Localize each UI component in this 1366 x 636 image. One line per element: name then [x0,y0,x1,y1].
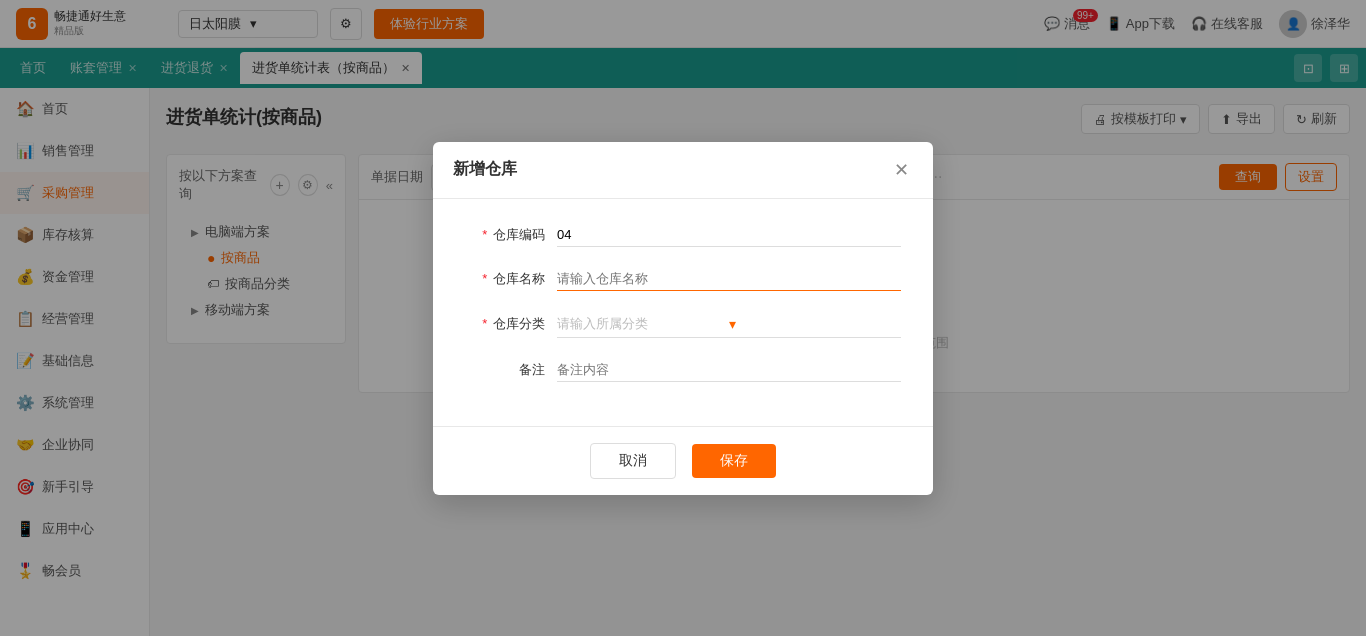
dialog-footer: 取消 保存 [433,426,933,495]
warehouse-category-select[interactable]: 请输入所属分类 ▾ [557,311,901,338]
form-label-category: * 仓库分类 [465,315,545,333]
warehouse-code-input[interactable] [557,223,901,247]
form-label-name: * 仓库名称 [465,270,545,288]
dialog-header: 新增仓库 ✕ [433,142,933,199]
form-row-category: * 仓库分类 请输入所属分类 ▾ [465,311,901,338]
warehouse-name-input[interactable] [557,267,901,291]
dialog-title: 新增仓库 [453,159,517,180]
modal-overlay: 新增仓库 ✕ * 仓库编码 * 仓库名称 [0,0,1366,636]
required-mark-category: * [482,316,487,331]
category-placeholder: 请输入所属分类 [557,315,729,333]
form-label-code: * 仓库编码 [465,226,545,244]
warehouse-remark-input[interactable] [557,358,901,382]
cancel-button[interactable]: 取消 [590,443,676,479]
form-row-code: * 仓库编码 [465,223,901,247]
required-mark-code: * [482,227,487,242]
form-row-name: * 仓库名称 [465,267,901,291]
category-dropdown-icon: ▾ [729,316,901,332]
form-row-remark: 备注 [465,358,901,382]
add-warehouse-dialog: 新增仓库 ✕ * 仓库编码 * 仓库名称 [433,142,933,495]
dialog-close-icon[interactable]: ✕ [889,158,913,182]
form-label-remark: 备注 [465,361,545,379]
save-button[interactable]: 保存 [692,444,776,478]
dialog-body: * 仓库编码 * 仓库名称 * 仓库分类 请输入所属 [433,199,933,426]
required-mark-name: * [482,271,487,286]
